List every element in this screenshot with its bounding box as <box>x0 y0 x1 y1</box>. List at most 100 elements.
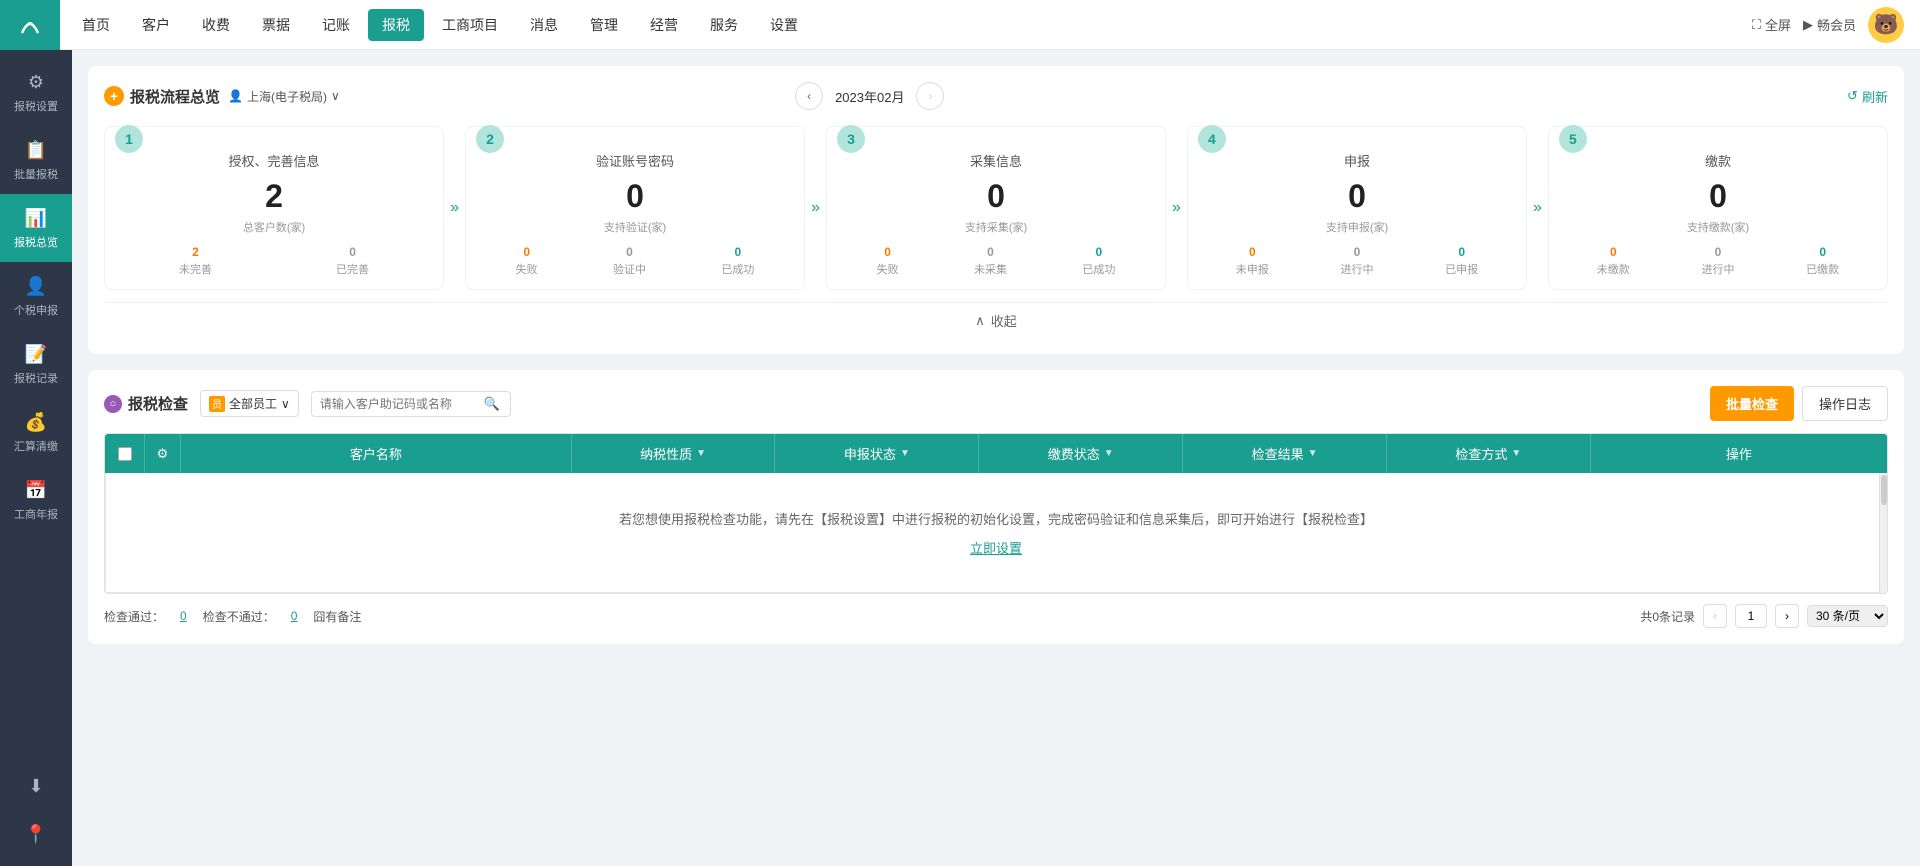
th-checkbox[interactable] <box>105 434 145 473</box>
step-stat-num-5-1: 0 <box>1715 245 1722 259</box>
top-nav-right: ⛶ 全屏 ▶ 畅会员 🐻 <box>1752 7 1904 43</box>
sidebar-item-tax-settings[interactable]: ⚙ 报税设置 <box>0 58 72 126</box>
step-stats-5: 0 未缴款 0 进行中 0 已缴款 <box>1561 245 1875 277</box>
prev-page-button[interactable]: ‹ <box>1703 604 1727 628</box>
nav-operation[interactable]: 经营 <box>636 9 692 41</box>
sidebar-item-download[interactable]: ⬇ <box>20 762 52 810</box>
th-gear[interactable]: ⚙ <box>145 434 181 473</box>
nav-accounting[interactable]: 记账 <box>308 9 364 41</box>
sidebar-item-clearance[interactable]: 💰 汇算清缴 <box>0 398 72 466</box>
immediate-settings-link[interactable]: 立即设置 <box>970 538 1022 557</box>
page-size-select[interactable]: 30 条/页 50 条/页 100 条/页 <box>1807 605 1888 627</box>
th-declare-status: 申报状态 ▼ <box>775 434 979 473</box>
next-month-button[interactable]: › <box>916 82 944 110</box>
step-stat-num-5-2: 0 <box>1819 245 1826 259</box>
sidebar-item-tax-overview[interactable]: 📊 报税总览 <box>0 194 72 262</box>
nav-client[interactable]: 客户 <box>128 9 184 41</box>
nav-message[interactable]: 消息 <box>516 9 572 41</box>
refresh-button[interactable]: ↺ 刷新 <box>1847 87 1888 106</box>
sidebar-item-location[interactable]: 📍 <box>20 810 52 858</box>
table-scrollbar[interactable] <box>1879 473 1887 593</box>
step-stat-4-2: 0 已申报 <box>1445 245 1478 277</box>
fullscreen-button[interactable]: ⛶ 全屏 <box>1752 15 1791 34</box>
tax-check-title: ○ 报税检查 <box>104 393 188 414</box>
nav-fee[interactable]: 收费 <box>188 9 244 41</box>
step-stat-label-3-0: 失败 <box>877 261 899 277</box>
individual-tax-icon: 👤 <box>24 274 48 298</box>
sidebar-bottom: ⬇ 📍 <box>20 762 52 858</box>
logo[interactable] <box>0 0 60 50</box>
vip-button[interactable]: ▶ 畅会员 <box>1803 15 1856 34</box>
table-header: ⚙ 客户名称 纳税性质 ▼ 申报状态 ▼ 缴费状态 ▼ <box>105 434 1887 473</box>
flow-step-3: 3 采集信息 0 支持采集(家) 0 失败 0 未采集 <box>826 126 1166 290</box>
sidebar-item-annual-report[interactable]: 📅 工商年报 <box>0 466 72 534</box>
collapse-button[interactable]: ∧ 收起 <box>104 302 1888 338</box>
next-page-button[interactable]: › <box>1775 604 1799 628</box>
step-stat-label-4-0: 未申报 <box>1236 261 1269 277</box>
step-subtitle-2: 支持验证(家) <box>478 219 792 235</box>
tax-check-table: ⚙ 客户名称 纳税性质 ▼ 申报状态 ▼ 缴费状态 ▼ <box>104 433 1888 594</box>
step-stat-num-4-2: 0 <box>1458 245 1465 259</box>
vip-label: 畅会员 <box>1817 15 1856 34</box>
tax-check-title-text: 报税检查 <box>128 393 188 414</box>
employee-select[interactable]: 员 全部员工 ∨ <box>200 390 299 417</box>
step-stat-num-3-2: 0 <box>1096 245 1103 259</box>
sidebar-item-tax-records[interactable]: 📝 报税记录 <box>0 330 72 398</box>
prev-month-button[interactable]: ‹ <box>795 82 823 110</box>
step-stat-2-2: 0 已成功 <box>721 245 754 277</box>
page-input[interactable] <box>1735 604 1767 628</box>
step-stat-1-1: 0 已完善 <box>336 245 369 277</box>
filter-icon-1[interactable]: ▼ <box>696 448 706 459</box>
step-stat-3-2: 0 已成功 <box>1082 245 1115 277</box>
step-stats-2: 0 失败 0 验证中 0 已成功 <box>478 245 792 277</box>
batch-check-button[interactable]: 批量检查 <box>1710 386 1794 421</box>
sidebar-item-batch-tax[interactable]: 📋 批量报税 <box>0 126 72 194</box>
tax-check-header: ○ 报税检查 员 全部员工 ∨ 🔍 批量检查 操作日志 <box>104 386 1888 421</box>
collapse-label: 收起 <box>991 311 1017 330</box>
step-subtitle-1: 总客户数(家) <box>117 219 431 235</box>
nav-service[interactable]: 服务 <box>696 9 752 41</box>
flow-steps: 1 授权、完善信息 2 总客户数(家) 2 未完善 0 已完善 <box>104 126 1888 290</box>
location-text: 上海(电子税局) <box>247 88 327 105</box>
fullscreen-icon: ⛶ <box>1752 17 1761 33</box>
step-stat-2-1: 0 验证中 <box>613 245 646 277</box>
nav-invoice[interactable]: 票据 <box>248 9 304 41</box>
flow-title: + 报税流程总览 <box>104 86 220 107</box>
nav-tax[interactable]: 报税 <box>368 9 424 41</box>
step-arrow-4: » <box>1527 202 1548 215</box>
step-stat-4-1: 0 进行中 <box>1340 245 1373 277</box>
sidebar-label-clearance: 汇算清缴 <box>14 438 58 454</box>
filter-icon-3[interactable]: ▼ <box>1104 448 1114 459</box>
nav-manage[interactable]: 管理 <box>576 9 632 41</box>
filter-icon-5[interactable]: ▼ <box>1511 448 1521 459</box>
filter-icon-4[interactable]: ▼ <box>1308 448 1318 459</box>
flow-overview-card: + 报税流程总览 👤 上海(电子税局) ∨ ‹ 2023年02月 › ↺ 刷新 <box>88 66 1904 354</box>
header-checkbox[interactable] <box>118 447 132 461</box>
mascot-avatar[interactable]: 🐻 <box>1868 7 1904 43</box>
step-stat-num-3-0: 0 <box>884 245 891 259</box>
nav-items: 首页 客户 收费 票据 记账 报税 工商项目 消息 管理 经营 服务 设置 <box>68 9 1752 41</box>
nav-business[interactable]: 工商项目 <box>428 9 512 41</box>
step-stat-label-2-2: 已成功 <box>721 261 754 277</box>
step-stat-num-4-1: 0 <box>1354 245 1361 259</box>
th-check-method: 检查方式 ▼ <box>1387 434 1591 473</box>
nav-home[interactable]: 首页 <box>68 9 124 41</box>
sidebar-label-annual-report: 工商年报 <box>14 506 58 522</box>
main-layout: ⚙ 报税设置 📋 批量报税 📊 报税总览 👤 个税申报 📝 报税记录 💰 汇算清… <box>0 50 1920 866</box>
nav-settings[interactable]: 设置 <box>756 9 812 41</box>
search-icon[interactable]: 🔍 <box>484 396 500 412</box>
tax-check-card: ○ 报税检查 员 全部员工 ∨ 🔍 批量检查 操作日志 <box>88 370 1904 644</box>
fail-count[interactable]: 0 <box>291 609 298 623</box>
search-input[interactable] <box>320 397 480 411</box>
location-person-icon: 👤 <box>228 89 243 103</box>
th-action: 操作 <box>1591 434 1887 473</box>
sidebar-item-individual-tax[interactable]: 👤 个税申报 <box>0 262 72 330</box>
operation-log-button[interactable]: 操作日志 <box>1802 386 1888 421</box>
step-stats-3: 0 失败 0 未采集 0 已成功 <box>839 245 1153 277</box>
location-tag[interactable]: 👤 上海(电子税局) ∨ <box>228 88 340 105</box>
content-area: + 报税流程总览 👤 上海(电子税局) ∨ ‹ 2023年02月 › ↺ 刷新 <box>72 50 1920 866</box>
filter-icon-2[interactable]: ▼ <box>900 448 910 459</box>
pass-count[interactable]: 0 <box>180 609 187 623</box>
annual-report-icon: 📅 <box>24 478 48 502</box>
th-check-result: 检查结果 ▼ <box>1183 434 1387 473</box>
